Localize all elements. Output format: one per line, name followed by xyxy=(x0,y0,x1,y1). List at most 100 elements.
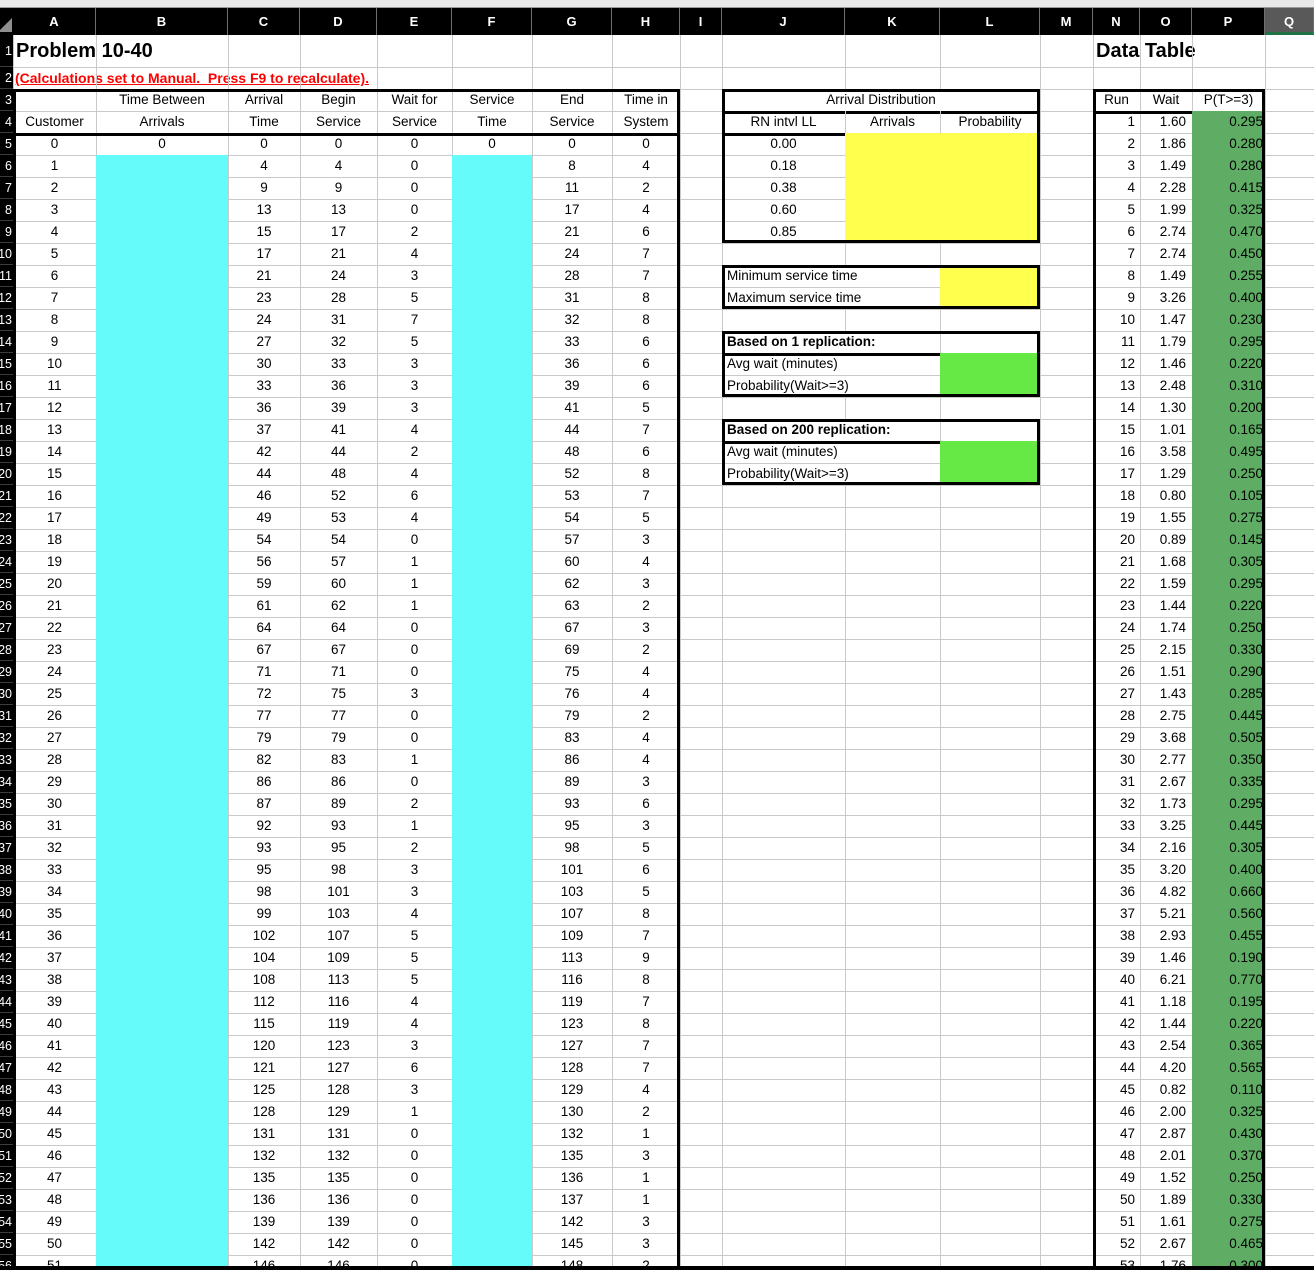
column-header-J[interactable]: J xyxy=(722,8,845,35)
dt-run[interactable]: 21 xyxy=(1093,551,1140,573)
dt-run[interactable]: 4 xyxy=(1093,177,1140,199)
dt-run[interactable]: 43 xyxy=(1093,1035,1140,1057)
dt-prob[interactable]: 0.770 xyxy=(1192,969,1265,991)
rep-result-cells[interactable] xyxy=(940,441,1040,485)
dt-wait[interactable]: 2.01 xyxy=(1140,1145,1192,1167)
sim-cell-r50c2[interactable]: 142 xyxy=(228,1233,300,1255)
sim-cell-r15c6[interactable]: 52 xyxy=(532,463,612,485)
sim-cell-r46c6[interactable]: 135 xyxy=(532,1145,612,1167)
sim-cell-r43c7[interactable]: 4 xyxy=(612,1079,680,1101)
sim-cell-r23c7[interactable]: 2 xyxy=(612,639,680,661)
sim-cell-r36c4[interactable]: 5 xyxy=(377,925,452,947)
sim-cell-r9c7[interactable]: 6 xyxy=(612,331,680,353)
sim-cell-r21c4[interactable]: 1 xyxy=(377,595,452,617)
sim-cell-r20c2[interactable]: 59 xyxy=(228,573,300,595)
sim-cell-r40c6[interactable]: 123 xyxy=(532,1013,612,1035)
sim-cell-r0c0[interactable]: 0 xyxy=(13,133,96,155)
dt-wait[interactable]: 1.55 xyxy=(1140,507,1192,529)
dt-run[interactable]: 2 xyxy=(1093,133,1140,155)
sim-cell-r11c3[interactable]: 36 xyxy=(300,375,377,397)
sim-cell-r24c6[interactable]: 75 xyxy=(532,661,612,683)
sim-cell-r39c0[interactable]: 39 xyxy=(13,991,96,1013)
sim-cell-r10c3[interactable]: 33 xyxy=(300,353,377,375)
row-header-12[interactable]: 12 xyxy=(0,287,13,309)
dt-run[interactable]: 17 xyxy=(1093,463,1140,485)
sim-cell-r43c4[interactable]: 3 xyxy=(377,1079,452,1101)
dt-run[interactable]: 27 xyxy=(1093,683,1140,705)
sim-cell-r7c2[interactable]: 23 xyxy=(228,287,300,309)
sim-cell-r5c7[interactable]: 7 xyxy=(612,243,680,265)
sim-cell-r22c6[interactable]: 67 xyxy=(532,617,612,639)
sim-cell-r10c6[interactable]: 36 xyxy=(532,353,612,375)
dt-prob[interactable]: 0.250 xyxy=(1192,463,1265,485)
column-header-K[interactable]: K xyxy=(845,8,940,35)
sim-cell-r45c3[interactable]: 131 xyxy=(300,1123,377,1145)
column-header-M[interactable]: M xyxy=(1040,8,1093,35)
dt-wait[interactable]: 1.47 xyxy=(1140,309,1192,331)
row-header-8[interactable]: 8 xyxy=(0,199,13,221)
sim-cell-r10c2[interactable]: 30 xyxy=(228,353,300,375)
sim-cell-r25c4[interactable]: 3 xyxy=(377,683,452,705)
sim-cell-r1c3[interactable]: 4 xyxy=(300,155,377,177)
dt-prob[interactable]: 0.220 xyxy=(1192,595,1265,617)
sim-cell-r46c4[interactable]: 0 xyxy=(377,1145,452,1167)
sim-cell-r33c2[interactable]: 95 xyxy=(228,859,300,881)
row-header-44[interactable]: 44 xyxy=(0,991,13,1013)
dt-wait[interactable]: 2.67 xyxy=(1140,1233,1192,1255)
dt-wait[interactable]: 2.67 xyxy=(1140,771,1192,793)
sim-cell-r26c3[interactable]: 77 xyxy=(300,705,377,727)
sim-cell-r1c6[interactable]: 8 xyxy=(532,155,612,177)
dt-wait[interactable]: 2.77 xyxy=(1140,749,1192,771)
sim-cell-r39c7[interactable]: 7 xyxy=(612,991,680,1013)
sim-cell-r34c0[interactable]: 34 xyxy=(13,881,96,903)
sim-cell-r12c4[interactable]: 3 xyxy=(377,397,452,419)
row-header-27[interactable]: 27 xyxy=(0,617,13,639)
sim-cell-r31c2[interactable]: 92 xyxy=(228,815,300,837)
sim-cell-r34c3[interactable]: 101 xyxy=(300,881,377,903)
dt-prob[interactable]: 0.230 xyxy=(1192,309,1265,331)
dt-wait[interactable]: 1.86 xyxy=(1140,133,1192,155)
dt-prob[interactable]: 0.565 xyxy=(1192,1057,1265,1079)
dt-wait[interactable]: 3.58 xyxy=(1140,441,1192,463)
dt-prob[interactable]: 0.470 xyxy=(1192,221,1265,243)
dt-wait[interactable]: 1.30 xyxy=(1140,397,1192,419)
sim-cell-r17c4[interactable]: 4 xyxy=(377,507,452,529)
dt-prob[interactable]: 0.305 xyxy=(1192,837,1265,859)
sim-cell-r47c4[interactable]: 0 xyxy=(377,1167,452,1189)
sim-cell-r7c4[interactable]: 5 xyxy=(377,287,452,309)
sim-cell-r43c3[interactable]: 128 xyxy=(300,1079,377,1101)
sim-cell-r26c2[interactable]: 77 xyxy=(228,705,300,727)
sim-cell-r3c0[interactable]: 3 xyxy=(13,199,96,221)
sim-cell-r16c6[interactable]: 53 xyxy=(532,485,612,507)
sim-cell-r39c6[interactable]: 119 xyxy=(532,991,612,1013)
dt-wait[interactable]: 5.21 xyxy=(1140,903,1192,925)
sim-cell-r30c4[interactable]: 2 xyxy=(377,793,452,815)
row-header-40[interactable]: 40 xyxy=(0,903,13,925)
sim-cell-r32c4[interactable]: 2 xyxy=(377,837,452,859)
sim-cell-r8c6[interactable]: 32 xyxy=(532,309,612,331)
row-header-10[interactable]: 10 xyxy=(0,243,13,265)
sim-cell-r19c6[interactable]: 60 xyxy=(532,551,612,573)
sim-cell-r31c4[interactable]: 1 xyxy=(377,815,452,837)
sim-cell-r23c4[interactable]: 0 xyxy=(377,639,452,661)
dt-run[interactable]: 23 xyxy=(1093,595,1140,617)
sim-cell-r11c0[interactable]: 11 xyxy=(13,375,96,397)
row-header-38[interactable]: 38 xyxy=(0,859,13,881)
sim-cell-r16c4[interactable]: 6 xyxy=(377,485,452,507)
sim-cell-r40c7[interactable]: 8 xyxy=(612,1013,680,1035)
sim-cell-r29c4[interactable]: 0 xyxy=(377,771,452,793)
dt-wait[interactable]: 1.74 xyxy=(1140,617,1192,639)
sim-cell-r0c2[interactable]: 0 xyxy=(228,133,300,155)
sim-cell-r25c0[interactable]: 25 xyxy=(13,683,96,705)
sim-cell-r14c3[interactable]: 44 xyxy=(300,441,377,463)
sim-cell-r1c7[interactable]: 4 xyxy=(612,155,680,177)
sim-cell-r45c4[interactable]: 0 xyxy=(377,1123,452,1145)
column-header-N[interactable]: N xyxy=(1093,8,1140,35)
sim-cell-r3c4[interactable]: 0 xyxy=(377,199,452,221)
sim-cell-r41c4[interactable]: 3 xyxy=(377,1035,452,1057)
row-header-22[interactable]: 22 xyxy=(0,507,13,529)
sim-cell-r41c3[interactable]: 123 xyxy=(300,1035,377,1057)
sim-cell-r49c3[interactable]: 139 xyxy=(300,1211,377,1233)
sim-cell-r18c4[interactable]: 0 xyxy=(377,529,452,551)
sim-cell-r0c7[interactable]: 0 xyxy=(612,133,680,155)
